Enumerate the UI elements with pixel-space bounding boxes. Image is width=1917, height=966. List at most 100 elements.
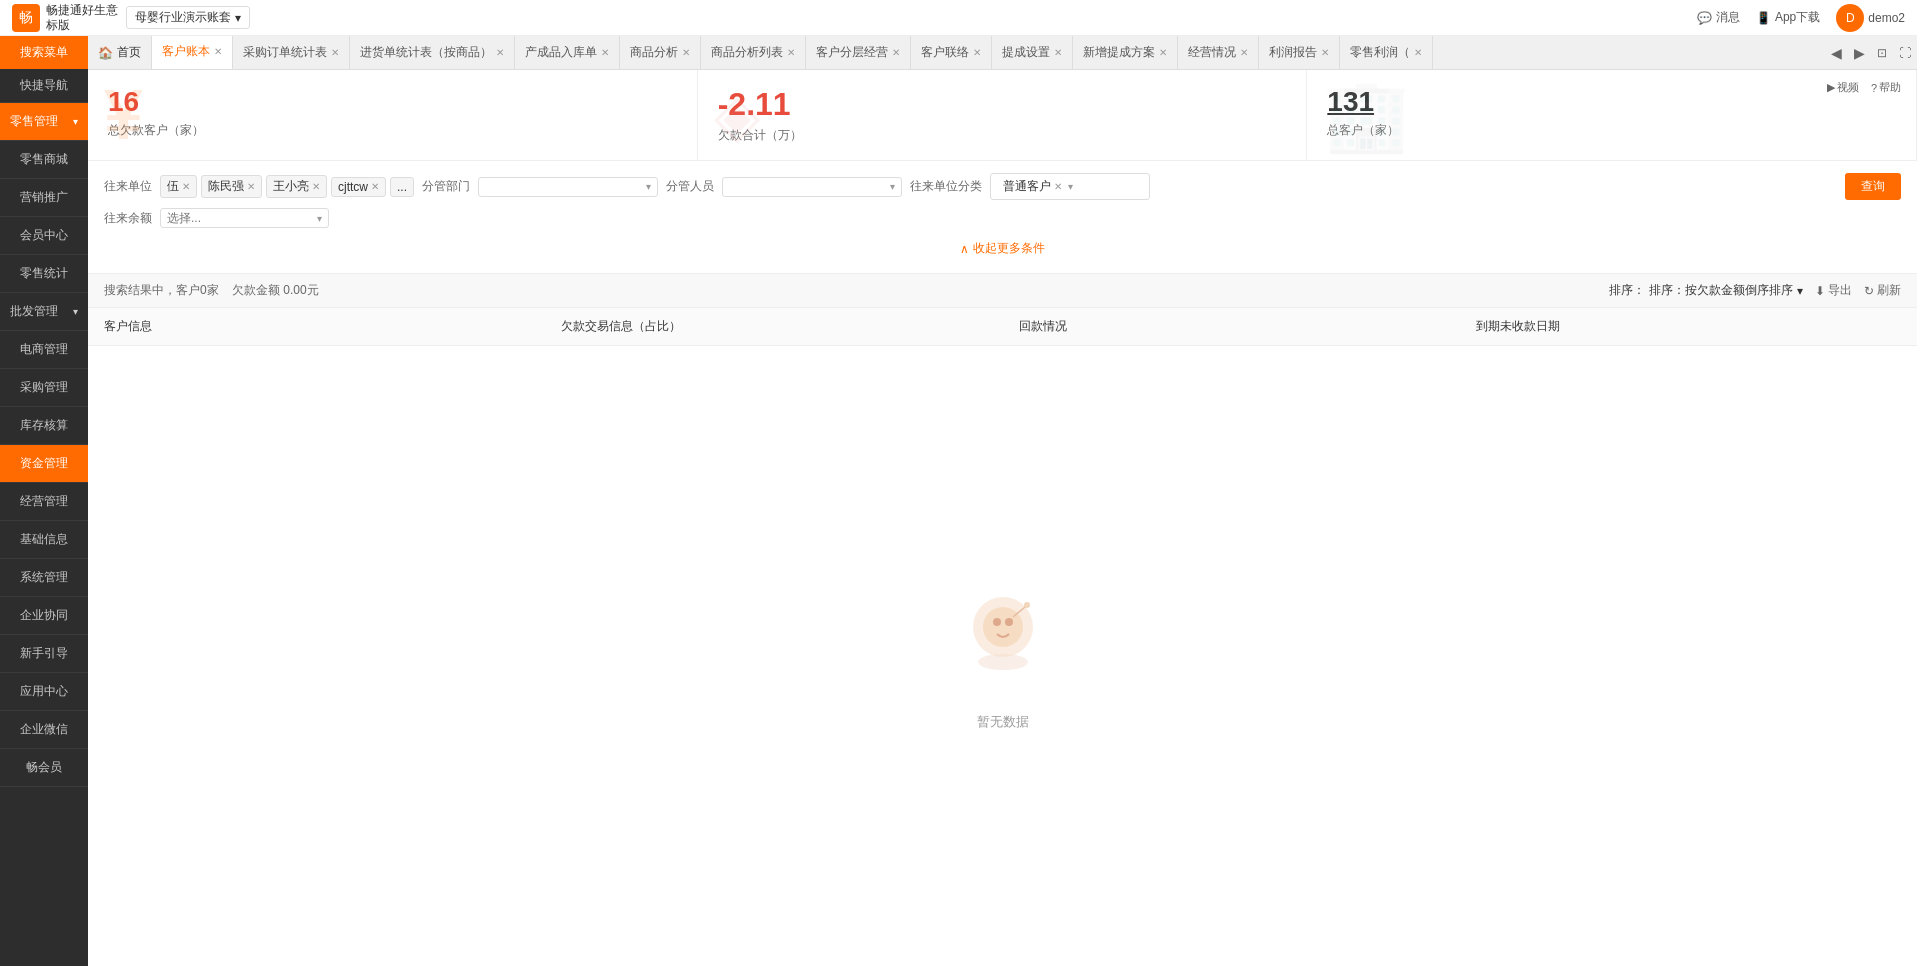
- stats-section: ¥ 16 总欠款客户（家） ◈ -2.11 欠款合计（万） 🏢 131 总客户（…: [88, 70, 1917, 161]
- category-filter-input[interactable]: 普通客户 ✕ ▾: [990, 173, 1150, 200]
- dept-input[interactable]: [485, 180, 646, 194]
- tab-customer-contact[interactable]: 客户联络 ✕: [911, 36, 992, 70]
- tab-close-icon[interactable]: ✕: [1054, 47, 1062, 58]
- tab-customer-tier[interactable]: 客户分层经营 ✕: [806, 36, 911, 70]
- tab-close-icon[interactable]: ✕: [601, 47, 609, 58]
- filter-tag-wu: 伍 ✕: [160, 175, 197, 198]
- main-layout: 搜索菜单 快捷导航 零售管理 ▾ 零售商城 营销推广 会员中心 零售统计 批发管…: [0, 36, 1917, 966]
- sidebar-item-app-center[interactable]: 应用中心: [0, 673, 88, 711]
- remain-filter-label: 往来余额: [104, 210, 152, 227]
- sidebar-item-newbie[interactable]: 新手引导: [0, 635, 88, 673]
- tag-close-wang[interactable]: ✕: [312, 181, 320, 192]
- sidebar-item-inventory[interactable]: 库存核算: [0, 407, 88, 445]
- sidebar-item-corp-wechat[interactable]: 企业微信: [0, 711, 88, 749]
- sidebar-item-system-mgmt[interactable]: 系统管理: [0, 559, 88, 597]
- tab-close-icon[interactable]: ✕: [1159, 47, 1167, 58]
- tab-retail-profit[interactable]: 零售利润（ ✕: [1340, 36, 1433, 70]
- help-btn[interactable]: ? 帮助: [1871, 80, 1901, 95]
- export-btn[interactable]: ⬇ 导出: [1815, 282, 1852, 299]
- tab-product-inbound[interactable]: 产成品入库单 ✕: [515, 36, 620, 70]
- svg-point-6: [1024, 602, 1030, 608]
- tab-home[interactable]: 🏠 首页: [88, 36, 152, 70]
- tabs-actions: ◀ ▶ ⊡ ⛶: [1825, 45, 1917, 61]
- filter-tag-more[interactable]: ...: [390, 177, 414, 197]
- tab-close-icon[interactable]: ✕: [787, 47, 795, 58]
- sidebar-item-basic-info[interactable]: 基础信息: [0, 521, 88, 559]
- tab-close-icon[interactable]: ✕: [1414, 47, 1422, 58]
- manager-filter-input[interactable]: ▾: [722, 177, 902, 197]
- sidebar-item-operation[interactable]: 经营管理: [0, 483, 88, 521]
- collapse-row: ∧ 收起更多条件: [104, 236, 1901, 261]
- dept-dropdown-icon[interactable]: ▾: [646, 181, 651, 192]
- tab-close-icon[interactable]: ✕: [1321, 47, 1329, 58]
- filter-tag-wang: 王小亮 ✕: [266, 175, 327, 198]
- tab-next-btn[interactable]: ▶: [1848, 45, 1871, 61]
- stat-bg-icon-2: ◈: [714, 80, 760, 150]
- play-icon: ▶: [1827, 81, 1835, 94]
- sidebar-item-corp-coop[interactable]: 企业协同: [0, 597, 88, 635]
- tab-expand-btn[interactable]: ⊡: [1871, 46, 1893, 60]
- sidebar-item-purchase[interactable]: 采购管理: [0, 369, 88, 407]
- remain-dropdown-icon[interactable]: ▾: [317, 213, 322, 224]
- table-header-customer-info: 客户信息: [88, 308, 545, 345]
- chevron-down-icon: ▾: [73, 306, 78, 317]
- sidebar-item-ecommerce[interactable]: 电商管理: [0, 331, 88, 369]
- tab-product-analysis[interactable]: 商品分析 ✕: [620, 36, 701, 70]
- tab-raise-settings[interactable]: 提成设置 ✕: [992, 36, 1073, 70]
- top-bar-right: 💬 消息 📱 App下载 D demo2: [1697, 4, 1905, 32]
- sidebar-item-retail-mgmt[interactable]: 零售管理 ▾: [0, 103, 88, 141]
- refresh-icon: ↻: [1864, 284, 1874, 298]
- dept-filter-input[interactable]: ▾: [478, 177, 658, 197]
- message-icon: 💬: [1697, 11, 1712, 25]
- table-header-due-date: 到期未收款日期: [1460, 308, 1917, 345]
- filter-row-1: 往来单位 伍 ✕ 陈民强 ✕ 王小亮 ✕: [104, 173, 1901, 200]
- sidebar-item-retail-shop[interactable]: 零售商城: [0, 141, 88, 179]
- top-bar: 畅 畅捷通好生意 标版 母婴行业演示账套 ▾ 💬 消息 📱 App下载 D de…: [0, 0, 1917, 36]
- tag-close-chen[interactable]: ✕: [247, 181, 255, 192]
- tab-close-icon[interactable]: ✕: [1240, 47, 1248, 58]
- top-bar-left: 畅 畅捷通好生意 标版 母婴行业演示账套 ▾: [12, 3, 250, 32]
- sidebar-item-capital[interactable]: 资金管理: [0, 445, 88, 483]
- user-avatar-area[interactable]: D demo2: [1836, 4, 1905, 32]
- sort-select[interactable]: 排序： 排序：按欠款金额倒序排序 ▾: [1609, 282, 1803, 299]
- tab-close-icon[interactable]: ✕: [682, 47, 690, 58]
- tab-prev-btn[interactable]: ◀: [1825, 45, 1848, 61]
- sidebar-search[interactable]: 搜索菜单: [0, 36, 88, 69]
- sidebar-item-retail-stats[interactable]: 零售统计: [0, 255, 88, 293]
- category-tag-close[interactable]: ✕: [1054, 181, 1062, 192]
- manager-input[interactable]: [729, 180, 890, 194]
- tab-close-icon[interactable]: ✕: [214, 46, 222, 57]
- tab-purchase-order-stats[interactable]: 采购订单统计表 ✕: [233, 36, 350, 70]
- remain-filter-input[interactable]: ▾: [160, 208, 329, 228]
- tag-close-wu[interactable]: ✕: [182, 181, 190, 192]
- sidebar-item-vip-member[interactable]: 畅会员: [0, 749, 88, 787]
- sidebar: 搜索菜单 快捷导航 零售管理 ▾ 零售商城 营销推广 会员中心 零售统计 批发管…: [0, 36, 88, 966]
- collapse-more-btn[interactable]: ∧ 收起更多条件: [952, 236, 1053, 261]
- manager-dropdown-icon[interactable]: ▾: [890, 181, 895, 192]
- tab-fullscreen-btn[interactable]: ⛶: [1893, 46, 1917, 60]
- tab-product-analysis-list[interactable]: 商品分析列表 ✕: [701, 36, 806, 70]
- tag-close-cjttcw[interactable]: ✕: [371, 181, 379, 192]
- sidebar-item-wholesale-mgmt[interactable]: 批发管理 ▾: [0, 293, 88, 331]
- remain-input[interactable]: [167, 211, 317, 225]
- category-dropdown-icon[interactable]: ▾: [1068, 181, 1073, 192]
- tab-profit-report[interactable]: 利润报告 ✕: [1259, 36, 1340, 70]
- tab-close-icon[interactable]: ✕: [892, 47, 900, 58]
- stat-card-total-customers: 🏢 131 总客户（家）: [1307, 70, 1917, 160]
- store-selector[interactable]: 母婴行业演示账套 ▾: [126, 6, 250, 29]
- tab-purchase-stats-by-product[interactable]: 进货单统计表（按商品） ✕: [350, 36, 515, 70]
- tab-close-icon[interactable]: ✕: [331, 47, 339, 58]
- sidebar-item-member[interactable]: 会员中心: [0, 217, 88, 255]
- tab-customer-cost[interactable]: 客户账本 ✕: [152, 36, 233, 70]
- tab-close-icon[interactable]: ✕: [973, 47, 981, 58]
- sidebar-item-marketing[interactable]: 营销推广: [0, 179, 88, 217]
- sidebar-quick-nav[interactable]: 快捷导航: [0, 69, 88, 103]
- tab-operations[interactable]: 经营情况 ✕: [1178, 36, 1259, 70]
- tab-new-raise-plan[interactable]: 新增提成方案 ✕: [1073, 36, 1178, 70]
- tab-close-icon[interactable]: ✕: [496, 47, 504, 58]
- refresh-btn[interactable]: ↻ 刷新: [1864, 282, 1901, 299]
- query-button[interactable]: 查询: [1845, 173, 1901, 200]
- video-btn[interactable]: ▶ 视频: [1827, 80, 1859, 95]
- message-btn[interactable]: 💬 消息: [1697, 9, 1740, 26]
- app-download-btn[interactable]: 📱 App下载: [1756, 9, 1820, 26]
